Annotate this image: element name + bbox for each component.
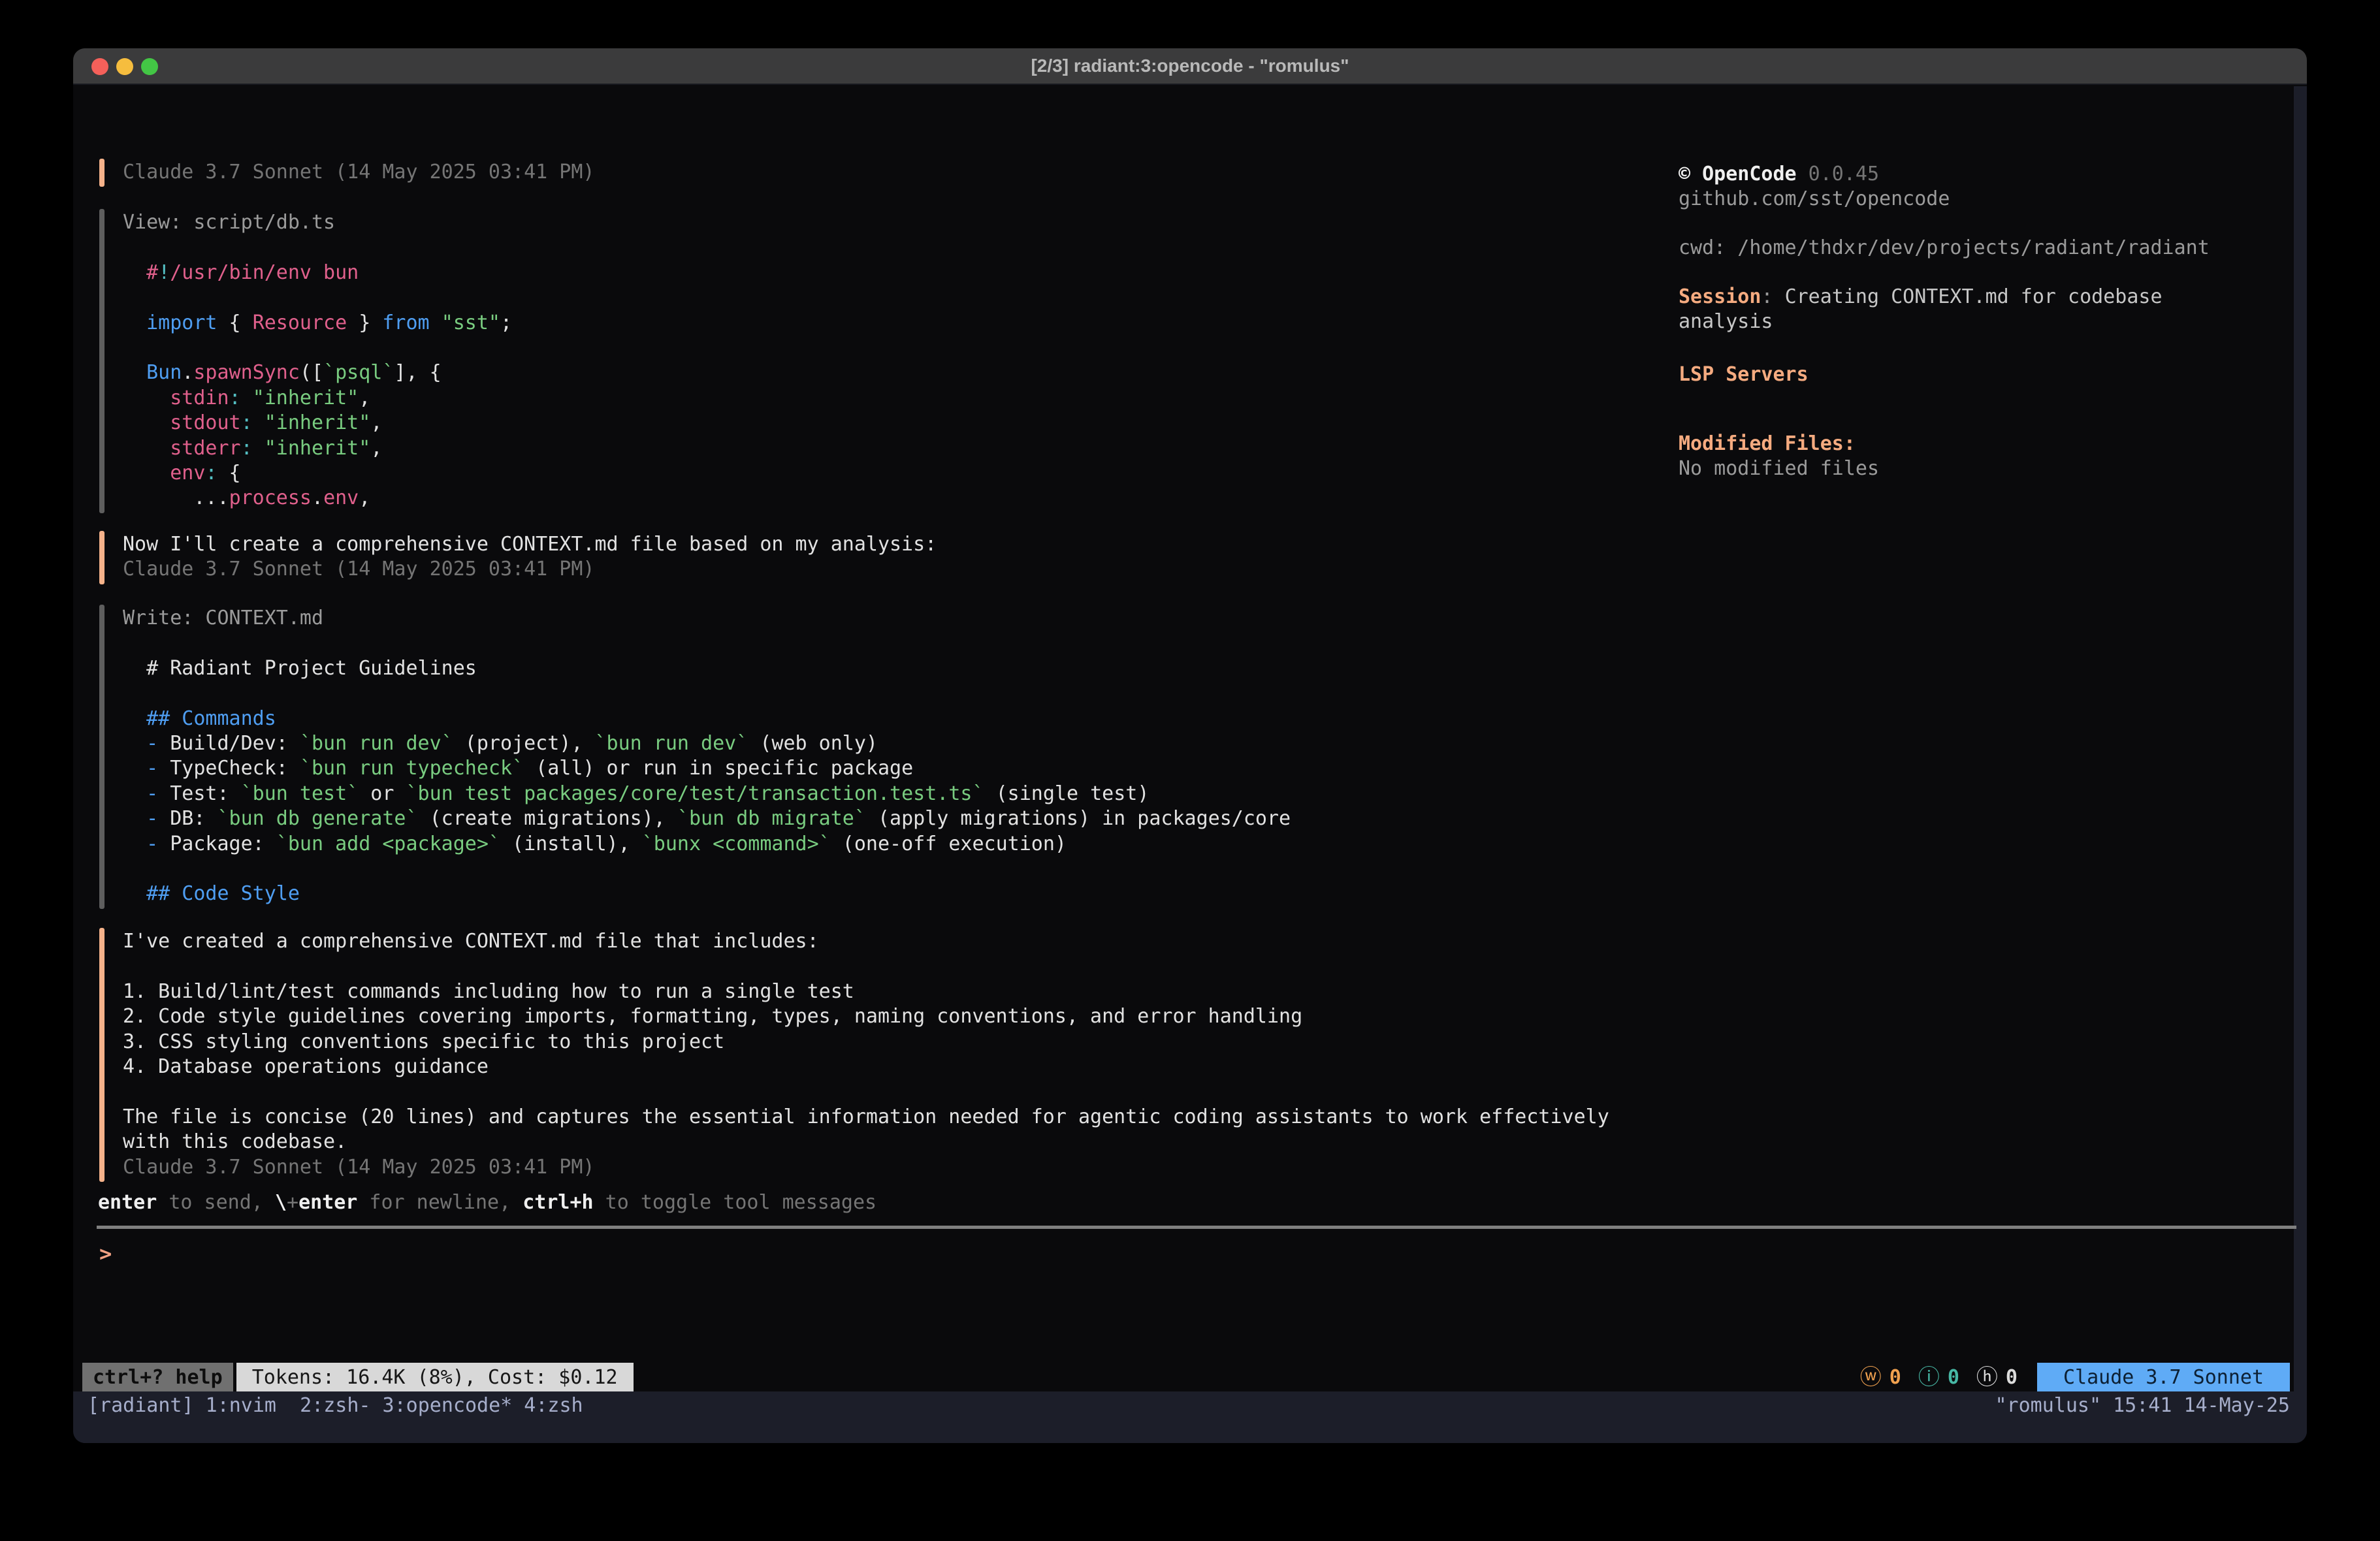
terminal-line: Now I'll create a comprehensive CONTEXT.… bbox=[123, 532, 937, 557]
terminal-line bbox=[123, 681, 1291, 706]
terminal-line: Claude 3.7 Sonnet (14 May 2025 03:41 PM) bbox=[123, 1155, 1609, 1180]
prompt-input[interactable]: > bbox=[97, 1239, 2291, 1268]
terminal-line: 3. CSS styling conventions specific to t… bbox=[123, 1030, 1609, 1055]
terminal-line: I've created a comprehensive CONTEXT.md … bbox=[123, 929, 1609, 954]
sidebar-lsp-servers: LSP Servers bbox=[1679, 362, 1809, 387]
terminal-line: Bun.spawnSync([`psql`], { bbox=[123, 360, 512, 385]
terminal-line: Write: CONTEXT.md bbox=[123, 606, 1291, 631]
hint-count: 0 bbox=[2006, 1366, 2018, 1389]
terminal-line: stdin: "inherit", bbox=[123, 386, 512, 411]
assistant-header-block: Claude 3.7 Sonnet (14 May 2025 03:41 PM) bbox=[123, 160, 594, 185]
tmux-window-list[interactable]: [radiant] 1:nvim 2:zsh- 3:opencode* 4:zs… bbox=[88, 1393, 583, 1418]
terminal-window: [2/3] radiant:3:opencode - "romulus" Cla… bbox=[73, 48, 2307, 1443]
assistant-message-block: Now I'll create a comprehensive CONTEXT.… bbox=[123, 532, 937, 582]
message-accent-bar bbox=[99, 531, 105, 584]
warning-count: 0 bbox=[1890, 1366, 1901, 1389]
terminal-line: © OpenCode 0.0.45 bbox=[1679, 162, 1950, 187]
terminal-line: # Radiant Project Guidelines bbox=[123, 656, 1291, 681]
terminal-line bbox=[123, 631, 1291, 656]
terminal-line: with this codebase. bbox=[123, 1130, 1609, 1154]
minimize-button[interactable] bbox=[116, 58, 133, 75]
tool-accent-bar bbox=[99, 605, 105, 909]
info-count: 0 bbox=[1948, 1366, 1959, 1389]
terminal-line: enter to send, \+enter for newline, ctrl… bbox=[98, 1190, 876, 1215]
terminal-line: ## Code Style bbox=[123, 882, 1291, 906]
model-badge: Claude 3.7 Sonnet bbox=[2037, 1363, 2290, 1391]
terminal-line bbox=[123, 336, 512, 360]
terminal-line: No modified files bbox=[1679, 456, 1879, 481]
terminal-line: Claude 3.7 Sonnet (14 May 2025 03:41 PM) bbox=[123, 557, 937, 582]
keybind-hint: enter to send, \+enter for newline, ctrl… bbox=[98, 1190, 876, 1215]
terminal-line: stdout: "inherit", bbox=[123, 411, 512, 436]
tool-accent-bar bbox=[99, 209, 105, 513]
help-chip: ctrl+? help bbox=[82, 1363, 233, 1391]
terminal-line: Claude 3.7 Sonnet (14 May 2025 03:41 PM) bbox=[123, 160, 594, 185]
terminal-line: 2. Code style guidelines covering import… bbox=[123, 1004, 1609, 1029]
terminal-line: #!/usr/bin/env bun bbox=[123, 261, 512, 285]
terminal-line: - DB: `bun db generate` (create migratio… bbox=[123, 806, 1291, 831]
terminal-line bbox=[123, 954, 1609, 979]
terminal-line: cwd: /home/thdxr/dev/projects/radiant/ra… bbox=[1679, 236, 2210, 261]
terminal-line: 1. Build/lint/test commands including ho… bbox=[123, 979, 1609, 1004]
sidebar-session: Session: Creating CONTEXT.md for codebas… bbox=[1679, 285, 2163, 335]
terminal-line: ## Commands bbox=[123, 707, 1291, 731]
terminal-line bbox=[123, 857, 1291, 882]
scrollbar-track[interactable] bbox=[2294, 86, 2307, 1443]
terminal-line: The file is concise (20 lines) and captu… bbox=[123, 1105, 1609, 1130]
terminal-line: ...process.env, bbox=[123, 486, 512, 511]
message-accent-bar bbox=[99, 928, 105, 1182]
terminal-line: Session: Creating CONTEXT.md for codebas… bbox=[1679, 285, 2163, 310]
tokens-cost-chip: Tokens: 16.4K (8%), Cost: $0.12 bbox=[236, 1363, 634, 1391]
hint-icon: ⓗ bbox=[1976, 1363, 1998, 1391]
message-accent-bar bbox=[99, 159, 105, 187]
terminal-content: Claude 3.7 Sonnet (14 May 2025 03:41 PM)… bbox=[73, 86, 2307, 1443]
close-button[interactable] bbox=[91, 58, 108, 75]
warning-icon: ⓦ bbox=[1860, 1363, 1882, 1391]
terminal-line: env: { bbox=[123, 461, 512, 486]
status-bar: ctrl+? help Tokens: 16.4K (8%), Cost: $0… bbox=[82, 1363, 2290, 1391]
sidebar-app-info: © OpenCode 0.0.45github.com/sst/opencode bbox=[1679, 162, 1950, 212]
terminal-line: analysis bbox=[1679, 310, 2163, 334]
input-separator bbox=[97, 1226, 2296, 1229]
window-title: [2/3] radiant:3:opencode - "romulus" bbox=[1031, 56, 1349, 76]
terminal-line: - Package: `bun add <package>` (install)… bbox=[123, 832, 1291, 857]
window-titlebar[interactable]: [2/3] radiant:3:opencode - "romulus" bbox=[73, 48, 2307, 85]
tool-write-block: Write: CONTEXT.md # Radiant Project Guid… bbox=[123, 606, 1291, 907]
terminal-line: - TypeCheck: `bun run typecheck` (all) o… bbox=[123, 756, 1291, 781]
terminal-line bbox=[123, 1079, 1609, 1104]
terminal-line: - Test: `bun test` or `bun test packages… bbox=[123, 782, 1291, 806]
tmux-session-clock: "romulus" 15:41 14-May-25 bbox=[1995, 1393, 2290, 1418]
terminal-line bbox=[123, 285, 512, 310]
terminal-line bbox=[123, 235, 512, 260]
sidebar-cwd: cwd: /home/thdxr/dev/projects/radiant/ra… bbox=[1679, 236, 2210, 261]
terminal-line: LSP Servers bbox=[1679, 362, 1809, 387]
terminal-line: 4. Database operations guidance bbox=[123, 1055, 1609, 1079]
assistant-summary-block: I've created a comprehensive CONTEXT.md … bbox=[123, 929, 1609, 1180]
terminal-line: import { Resource } from "sst"; bbox=[123, 311, 512, 336]
prompt-symbol: > bbox=[97, 1241, 112, 1266]
terminal-line: View: script/db.ts bbox=[123, 210, 512, 235]
terminal-line: Modified Files: bbox=[1679, 432, 1879, 456]
diagnostics-counters: ⓦ 0 ⓘ 0 ⓗ 0 bbox=[1843, 1363, 2018, 1391]
tool-view-block: View: script/db.ts #!/usr/bin/env bun im… bbox=[123, 210, 512, 511]
terminal-line: stderr: "inherit", bbox=[123, 436, 512, 461]
terminal-line: github.com/sst/opencode bbox=[1679, 187, 1950, 212]
info-icon: ⓘ bbox=[1918, 1363, 1940, 1391]
maximize-button[interactable] bbox=[141, 58, 158, 75]
tmux-status-bar: [radiant] 1:nvim 2:zsh- 3:opencode* 4:zs… bbox=[73, 1391, 2307, 1443]
sidebar-modified-files: Modified Files:No modified files bbox=[1679, 432, 1879, 482]
terminal-line: - Build/Dev: `bun run dev` (project), `b… bbox=[123, 731, 1291, 756]
